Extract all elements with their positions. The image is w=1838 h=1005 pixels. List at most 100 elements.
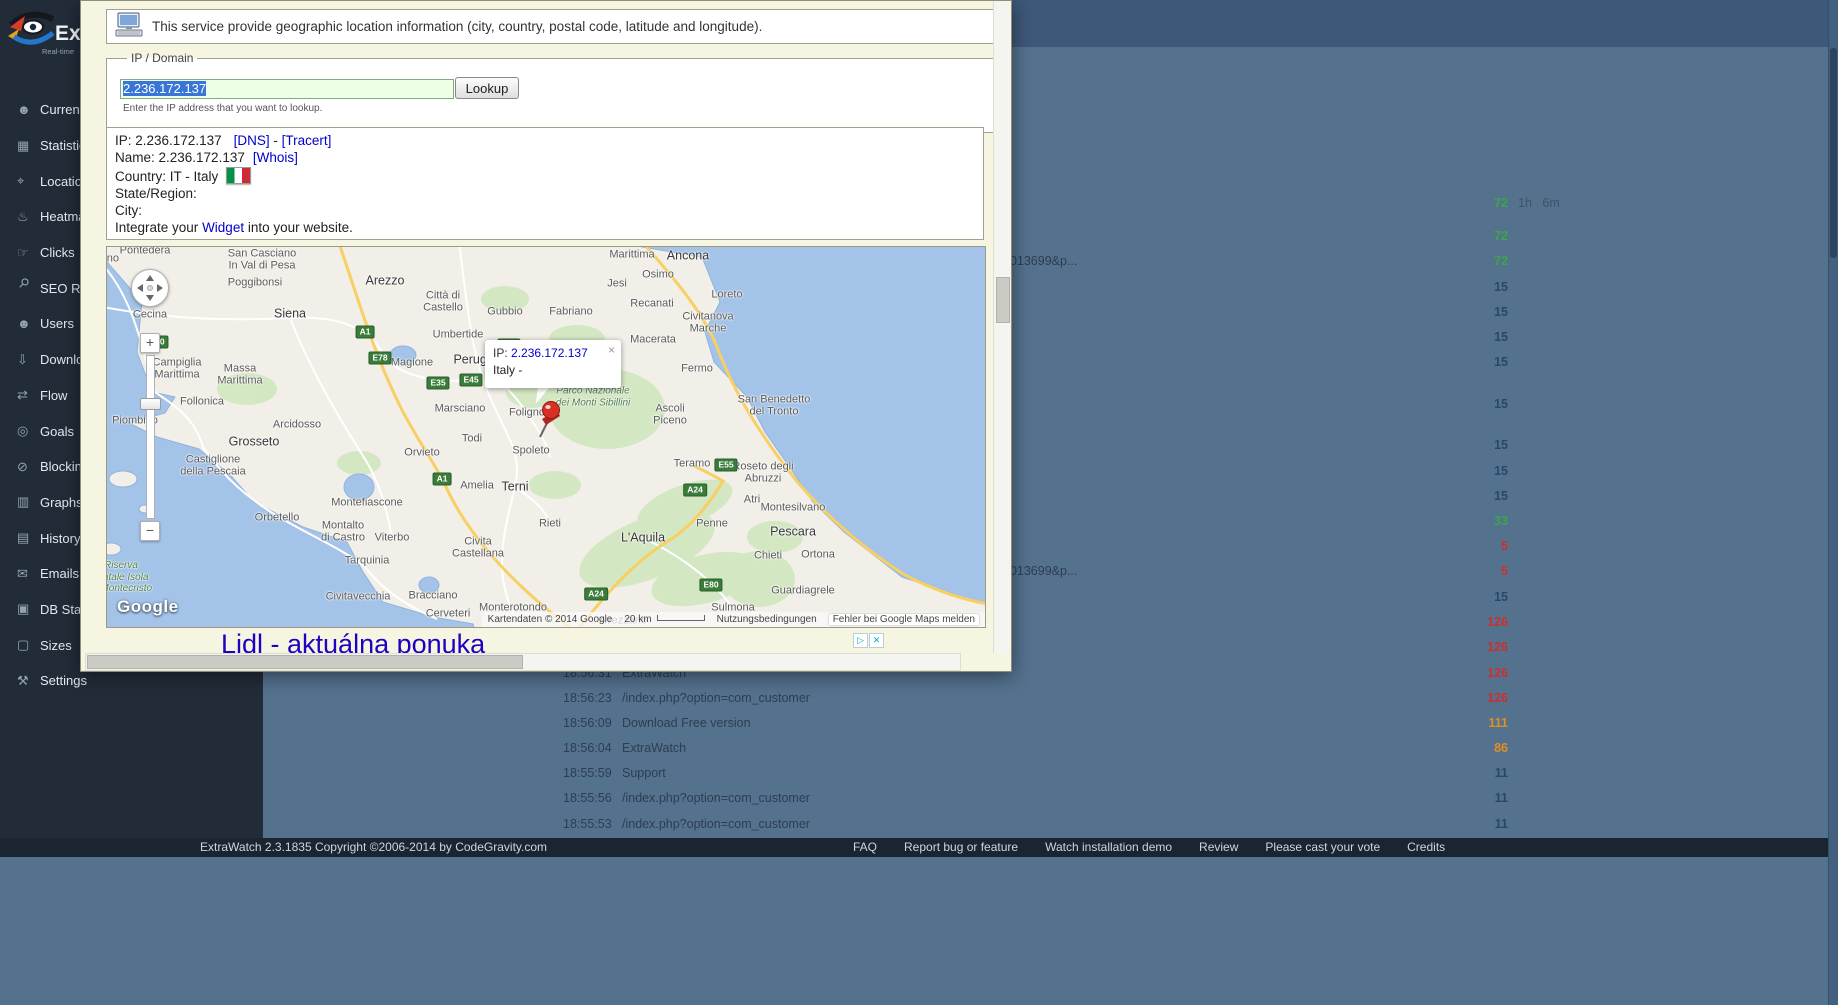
terms-link[interactable]: Nutzungsbedingungen [717,614,817,625]
infowindow-country: Italy - [493,363,523,377]
adchoices-icon[interactable]: ▷ [853,633,868,648]
google-logo[interactable]: Google [117,597,179,617]
emails-icon: ✉ [17,565,28,581]
page-link-fragment[interactable]: 1013699&p... [1003,254,1077,268]
map-label: Cerveteri [425,607,471,620]
stat-row: 18:55:53 /index.php?option=com_customer … [0,817,1830,837]
result-widget-line: Integrate your Widget into your website. [115,220,353,236]
vertical-scrollbar-thumb[interactable] [996,277,1010,323]
stat-row: 18:55:59 Support 11 [0,766,1830,786]
visit-count: 15 [1494,280,1508,294]
db-stats-icon: ▣ [17,601,30,617]
map-label: Grosseto [228,434,280,449]
lookup-button[interactable]: Lookup [455,77,519,99]
footer-link[interactable]: Report bug or feature [904,838,1018,857]
widget-link[interactable]: Widget [202,220,244,235]
map-label: Falconara Marittima [608,247,657,260]
pan-up-icon[interactable] [146,275,154,281]
footer: ExtraWatch 2.3.1835 Copyright ©2006-2014… [0,838,1838,857]
page-link[interactable]: ExtraWatch [622,741,686,755]
visit-count: 111 [1488,716,1508,730]
settings-wrench-icon: ⚒ [17,672,29,688]
map-pan-control[interactable] [131,269,169,307]
page-scrollbar-thumb[interactable] [1830,48,1837,258]
result-name-line: Name: 2.236.172.137 [Whois] [115,150,298,166]
footer-link[interactable]: Credits [1407,838,1445,857]
location-pin-icon: ⌖ [17,173,25,189]
scale-bar [656,615,705,621]
report-error-link[interactable]: Fehler bei Google Maps melden [828,614,979,625]
zoom-slider[interactable] [140,355,161,519]
map-label: Magione [390,356,434,369]
zoom-in-button[interactable]: + [140,333,160,353]
pan-right-icon[interactable] [157,284,163,292]
horizontal-scrollbar[interactable] [85,653,961,671]
pan-down-icon[interactable] [146,295,154,301]
stat-row: 18:56:04 ExtraWatch 86 [0,741,1830,761]
ad-close-icon[interactable]: ✕ [869,633,884,648]
stat-row: 18:55:56 /index.php?option=com_customer … [0,791,1830,811]
sizes-icon: ▢ [17,637,30,653]
users-icon: ☻ [17,316,31,332]
footer-copyright: ExtraWatch 2.3.1835 Copyright ©2006-2014… [200,840,548,854]
google-map[interactable]: PontederaLivorno San Casciano In Val di P… [106,246,986,628]
statistics-icon: ▦ [17,137,30,153]
page-link[interactable]: /index.php?option=com_customer [622,817,810,831]
vertical-scrollbar[interactable] [993,1,1010,653]
road-shield: A24 [683,483,707,497]
map-label: Cecina [132,308,168,321]
page-link-fragment[interactable]: 1013699&p... [1003,564,1077,578]
zoom-out-button[interactable]: − [140,521,160,541]
sidebar-item-label: Graphs [40,494,83,510]
footer-link[interactable]: Review [1199,838,1238,857]
map-label: Umbertide [432,328,484,341]
result-ip-line: IP: 2.236.172.137 [DNS] - [Tracert] [115,133,332,148]
page: 72 1h 6m 72 1013699&p... 72 15 15 15 15 … [0,0,1838,1005]
map-label: Chieti [753,549,783,562]
footer-link[interactable]: FAQ [853,838,877,857]
map-label: Macerata [630,333,676,346]
footer-link[interactable]: Please cast your vote [1265,838,1380,857]
map-label: Livorno [106,252,120,265]
whois-link[interactable]: [Whois] [253,150,298,165]
map-label: Bracciano [408,589,458,602]
page-scrollbar[interactable] [1828,0,1838,1005]
footer-link[interactable]: Watch installation demo [1045,838,1172,857]
dns-link[interactable]: [DNS] [234,133,270,148]
current-visitors-icon: ☻ [17,102,31,118]
map-label: Jesi [607,277,627,290]
sidebar-item-label: Clicks [40,245,75,261]
italy-flag-icon [226,166,252,184]
page-link[interactable]: Download Free version [622,716,751,730]
sidebar-item-label: Current [40,102,84,118]
tracert-link[interactable]: [Tracert] [282,133,332,148]
pan-left-icon[interactable] [137,284,143,292]
close-icon[interactable]: × [608,343,615,357]
fieldset-legend: IP / Domain [131,51,194,65]
page-link[interactable]: /index.php?option=com_customer [622,791,810,805]
map-label: Montalto di Castro [320,519,366,543]
map-label: Terni [501,479,529,494]
map-label: Ortona [801,548,835,561]
map-scale: 20 km [624,614,705,625]
visit-count: 15 [1494,489,1508,503]
map-label: Poggibonsi [227,276,283,289]
service-info-bar: This service provide geographic location… [106,9,994,44]
road-shield: E45 [459,373,483,387]
input-hint: Enter the IP address that you want to lo… [123,103,323,114]
zoom-handle[interactable] [140,398,161,410]
computer-icon [115,12,143,41]
road-shield: E78 [368,351,392,365]
horizontal-scrollbar-thumb[interactable] [87,655,523,669]
visit-count: 15 [1494,590,1508,604]
map-label: Osimo [642,268,674,281]
heatmap-icon: ♨ [17,208,29,224]
ip-input[interactable]: 2.236.172.137 [120,79,454,99]
infowindow-ip-link[interactable]: 2.236.172.137 [511,346,588,360]
map-label: Arezzo [365,273,405,288]
page-link[interactable]: Support [622,766,666,780]
timestamp: 18:56:23 [563,691,612,705]
page-link[interactable]: /index.php?option=com_customer [622,691,810,705]
service-info-text: This service provide geographic location… [152,19,763,34]
road-shield: E55 [714,458,738,472]
